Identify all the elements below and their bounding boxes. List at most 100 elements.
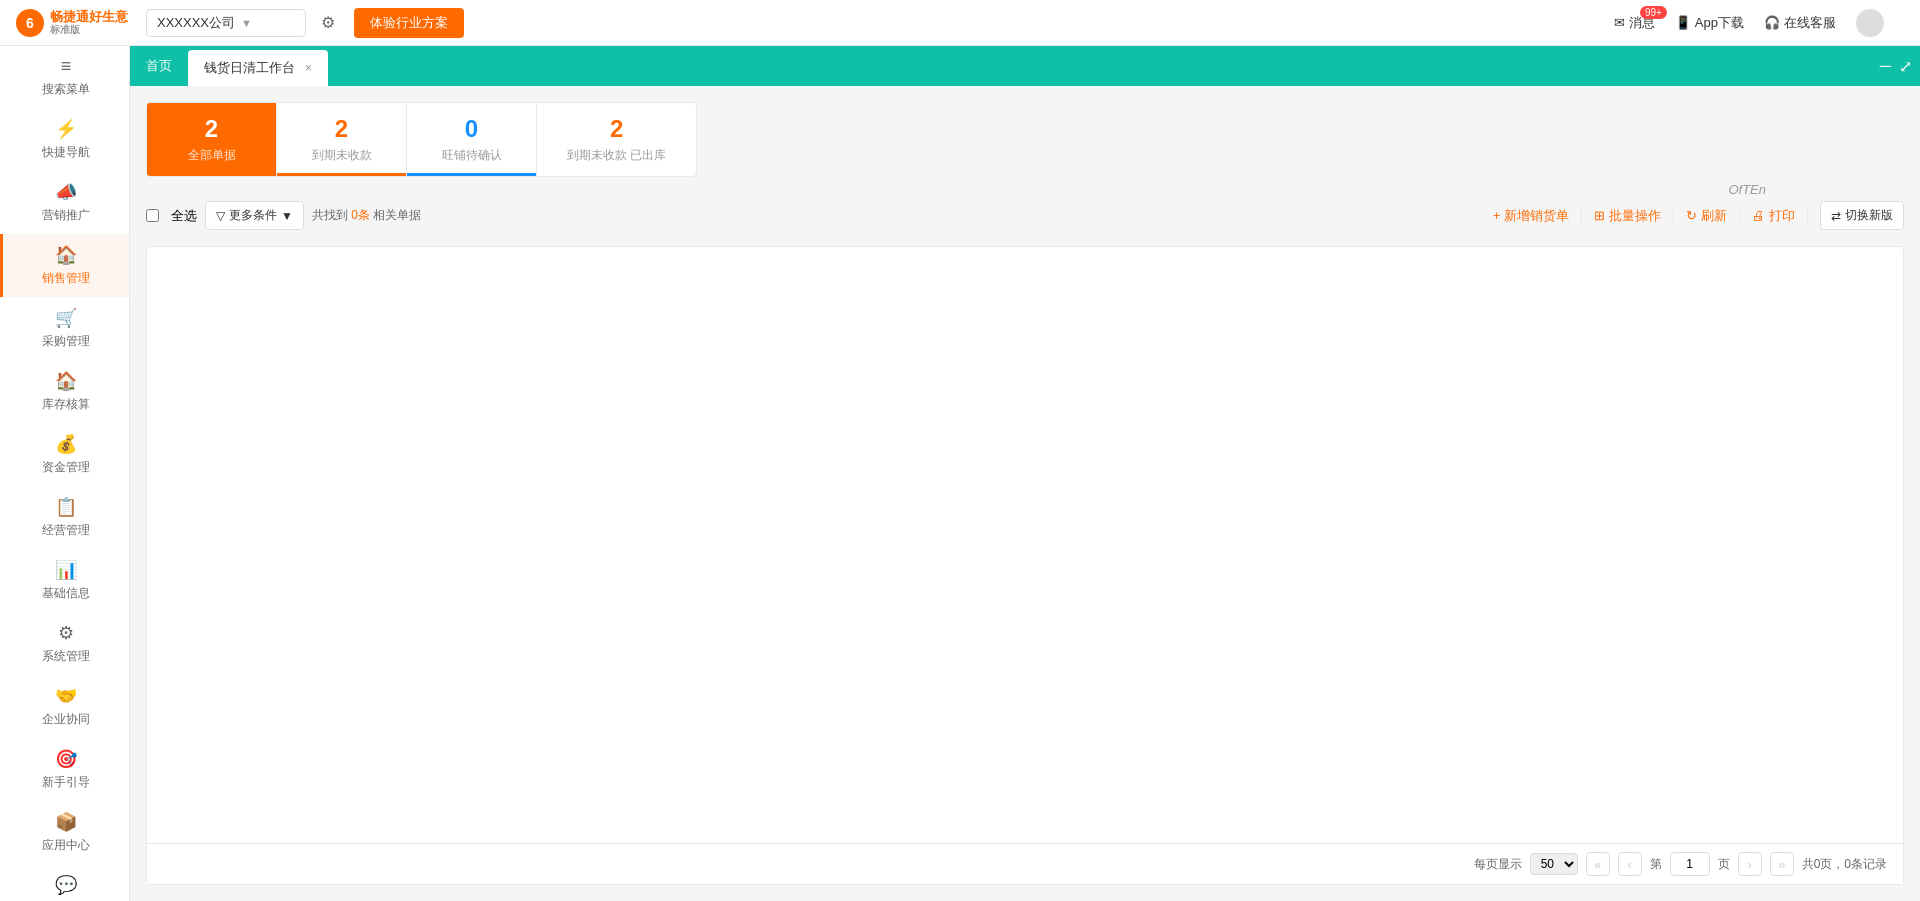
funds-icon: 💰: [55, 433, 77, 455]
tab-close-icon[interactable]: ×: [305, 61, 312, 75]
sidebar-item-search[interactable]: ≡ 搜索菜单: [0, 46, 129, 108]
settings-icon[interactable]: ⚙: [314, 9, 342, 37]
top-right-area: ✉ 消息 99+ 📱 App下载 🎧 在线客服: [1614, 9, 1904, 37]
batch-operation-button[interactable]: ⊞ 批量操作: [1594, 207, 1661, 225]
page-size-label: 每页显示: [1474, 856, 1522, 873]
sidebar-label-purchase: 采购管理: [42, 333, 90, 350]
online-service-label: 在线客服: [1784, 14, 1836, 32]
found-prefix: 共找到: [312, 208, 348, 222]
last-page-btn[interactable]: »: [1770, 852, 1794, 876]
tab-minimize-btn[interactable]: ─: [1880, 57, 1891, 75]
sidebar-label-inventory: 库存核算: [42, 396, 90, 413]
found-text: 共找到 0条 相关单据: [312, 207, 421, 224]
app-download-item[interactable]: 📱 App下载: [1675, 14, 1744, 32]
sidebar-item-basics[interactable]: 📊 基础信息: [0, 549, 129, 612]
quicknav-icon: ⚡: [55, 118, 77, 140]
app-download-label: App下载: [1695, 14, 1744, 32]
page-size-select[interactable]: 50: [1530, 853, 1578, 875]
table-area: 每页显示 50 « ‹ 第 页 › » 共0页，0条记录: [146, 246, 1904, 885]
online-service-icon: 🎧: [1764, 15, 1780, 30]
page-suffix: 页: [1718, 856, 1730, 873]
prev-page-btn[interactable]: ‹: [1618, 852, 1642, 876]
logo-sub: 标准版: [50, 24, 128, 36]
summary-label-wangpu: 旺铺待确认: [442, 147, 502, 164]
toolbar-divider-3: [1739, 209, 1740, 223]
refresh-label: 刷新: [1701, 207, 1727, 225]
page-number-input[interactable]: [1670, 852, 1710, 876]
sidebar-item-guide[interactable]: 🎯 新手引导: [0, 738, 129, 801]
first-page-btn[interactable]: «: [1586, 852, 1610, 876]
sidebar-item-quicknav[interactable]: ⚡ 快捷导航: [0, 108, 129, 171]
sidebar-item-operations[interactable]: 📋 经营管理: [0, 486, 129, 549]
refresh-button[interactable]: ↻ 刷新: [1686, 207, 1727, 225]
sales-icon: 🏠: [55, 244, 77, 266]
sidebar-item-purchase[interactable]: 🛒 采购管理: [0, 297, 129, 360]
sidebar: ≡ 搜索菜单 ⚡ 快捷导航 📣 营销推广 🏠 销售管理 🛒 采购管理 🏠 库存核…: [0, 46, 130, 901]
filter-label: 更多条件: [229, 207, 277, 224]
print-button[interactable]: 🖨 打印: [1752, 207, 1795, 225]
summary-number-wangpu: 0: [465, 115, 478, 143]
tab-home[interactable]: 首页: [130, 46, 188, 86]
sidebar-item-inventory[interactable]: 🏠 库存核算: [0, 360, 129, 423]
logo-main: 畅捷通好生意: [50, 9, 128, 25]
sidebar-item-sales[interactable]: 🏠 销售管理: [0, 234, 129, 297]
trial-button[interactable]: 体验行业方案: [354, 8, 464, 38]
sidebar-item-marketing[interactable]: 📣 营销推广: [0, 171, 129, 234]
sidebar-item-system[interactable]: ⚙ 系统管理: [0, 612, 129, 675]
summary-card-shipped[interactable]: 2 到期未收款 已出库: [537, 103, 696, 176]
tab-bar: 首页 钱货日清工作台 × ─ ⤢: [130, 46, 1920, 86]
select-all-label: 全选: [171, 207, 197, 225]
often-text: OfTEn: [1728, 182, 1766, 197]
switch-version-button[interactable]: ⇄ 切换新版: [1820, 201, 1904, 230]
sidebar-label-operations: 经营管理: [42, 522, 90, 539]
found-count: 0条: [351, 208, 370, 222]
sidebar-item-wechat[interactable]: 💬 企业微信: [0, 864, 129, 901]
page-content: 2 全部单据 2 到期未收款 0 旺铺待确认 2 到期未收款 已出库: [130, 86, 1920, 901]
select-all-checkbox[interactable]: [146, 209, 159, 222]
summary-label-all: 全部单据: [188, 147, 236, 164]
message-item[interactable]: ✉ 消息 99+: [1614, 14, 1655, 32]
summary-card-all[interactable]: 2 全部单据: [147, 103, 277, 176]
message-badge: 99+: [1640, 6, 1667, 19]
toolbar-divider-4: [1807, 209, 1808, 223]
add-sales-order-button[interactable]: + 新增销货单: [1493, 207, 1569, 225]
page-prefix: 第: [1650, 856, 1662, 873]
tab-home-label: 首页: [146, 57, 172, 75]
wechat-icon: 💬: [55, 874, 77, 896]
filter-icon: ▽: [216, 209, 225, 223]
next-page-btn[interactable]: ›: [1738, 852, 1762, 876]
content-area: 首页 钱货日清工作台 × ─ ⤢ 2 全部单据 2 到期未收款: [130, 46, 1920, 901]
company-name: XXXXXX公司: [157, 14, 235, 32]
tab-active[interactable]: 钱货日清工作台 ×: [188, 50, 328, 86]
main-layout: ≡ 搜索菜单 ⚡ 快捷导航 📣 营销推广 🏠 销售管理 🛒 采购管理 🏠 库存核…: [0, 46, 1920, 901]
company-selector[interactable]: XXXXXX公司 ▼: [146, 9, 306, 37]
switch-label: 切换新版: [1845, 207, 1893, 224]
purchase-icon: 🛒: [55, 307, 77, 329]
online-service-item[interactable]: 🎧 在线客服: [1764, 14, 1836, 32]
summary-number-all: 2: [205, 115, 218, 143]
message-icon: ✉: [1614, 15, 1625, 30]
filter-button[interactable]: ▽ 更多条件 ▼: [205, 201, 304, 230]
summary-card-overdue[interactable]: 2 到期未收款: [277, 103, 407, 176]
summary-card-wangpu[interactable]: 0 旺铺待确认: [407, 103, 537, 176]
summary-cards: 2 全部单据 2 到期未收款 0 旺铺待确认 2 到期未收款 已出库: [146, 102, 697, 177]
table-body: [147, 247, 1903, 843]
search-menu-icon: ≡: [61, 56, 72, 77]
pagination: 每页显示 50 « ‹ 第 页 › » 共0页，0条记录: [147, 843, 1903, 884]
sidebar-item-funds[interactable]: 💰 资金管理: [0, 423, 129, 486]
sidebar-label-basics: 基础信息: [42, 585, 90, 602]
sidebar-label-sales: 销售管理: [42, 270, 90, 287]
sidebar-item-collab[interactable]: 🤝 企业协同: [0, 675, 129, 738]
sidebar-item-apps[interactable]: 📦 应用中心: [0, 801, 129, 864]
apps-icon: 📦: [55, 811, 77, 833]
summary-label-overdue: 到期未收款: [312, 147, 372, 164]
summary-label-shipped: 到期未收款 已出库: [567, 147, 666, 164]
app-download-icon: 📱: [1675, 15, 1691, 30]
filter-arrow-icon: ▼: [281, 209, 293, 223]
system-icon: ⚙: [58, 622, 74, 644]
top-bar: 6 畅捷通好生意 标准版 XXXXXX公司 ▼ ⚙ 体验行业方案 ✉ 消息 99…: [0, 0, 1920, 46]
collab-icon: 🤝: [55, 685, 77, 707]
tab-fullscreen-btn[interactable]: ⤢: [1899, 57, 1912, 76]
avatar[interactable]: [1856, 9, 1884, 37]
toolbar: 全选 ▽ 更多条件 ▼ 共找到 0条 相关单据 + 新增销货单 ⊞ 批量操作: [146, 193, 1904, 238]
